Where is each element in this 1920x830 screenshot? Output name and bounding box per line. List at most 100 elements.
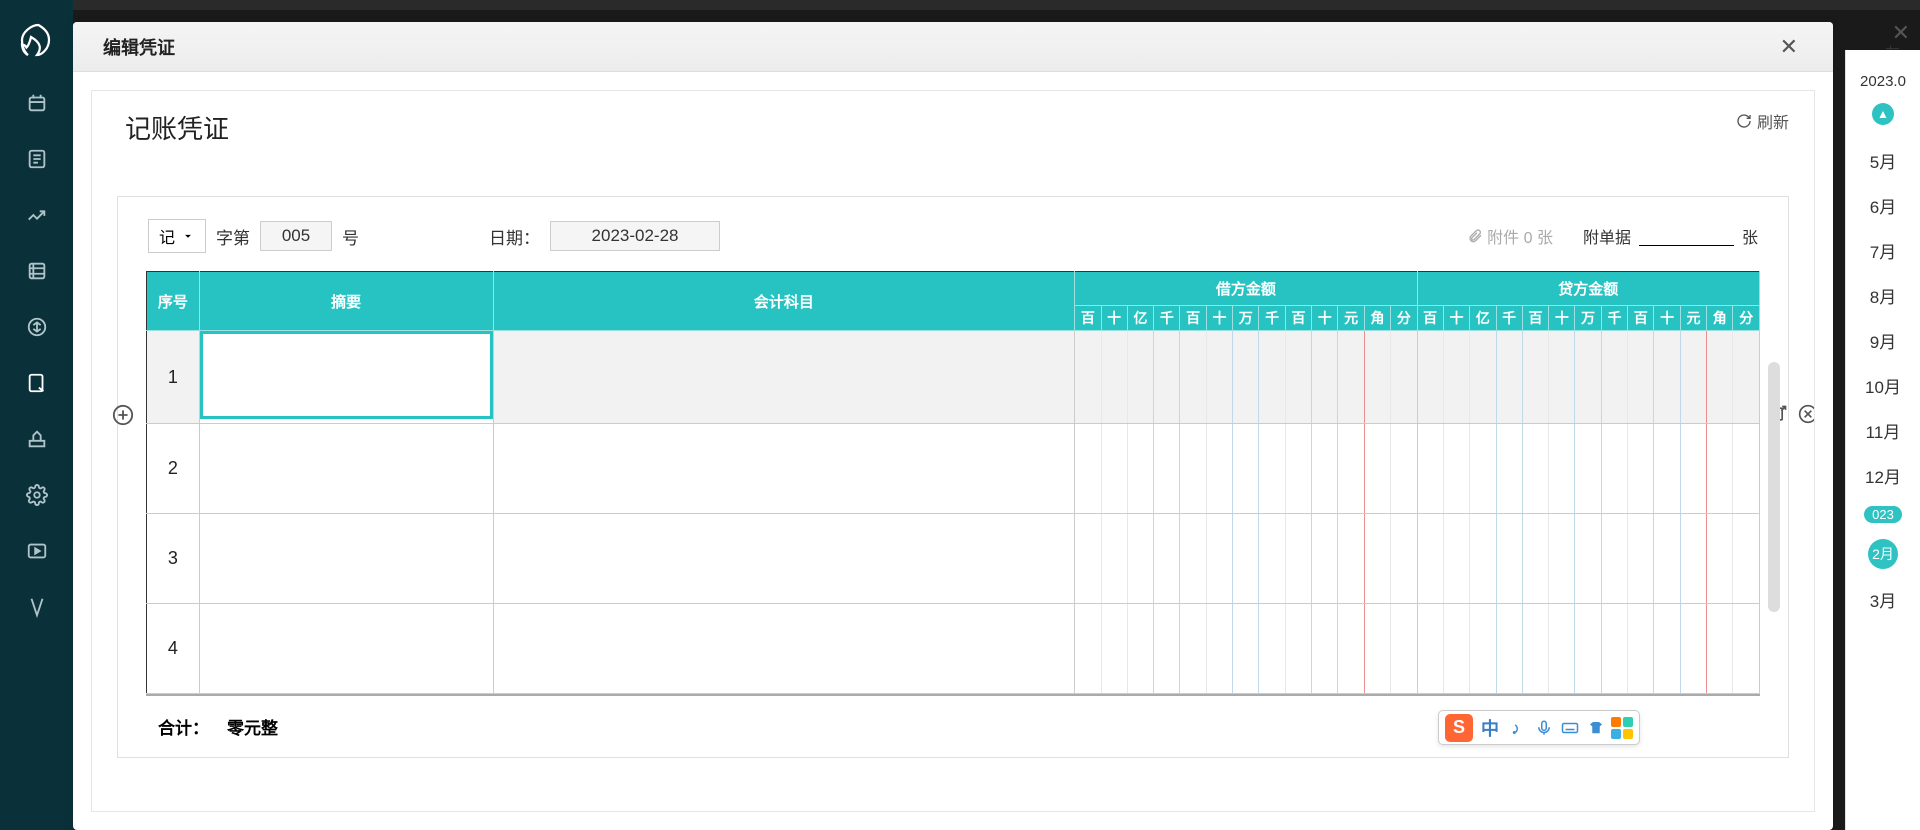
amount-digit-cell[interactable]: [1391, 604, 1417, 694]
attachment-link[interactable]: 附件 0 张: [1467, 224, 1553, 248]
amount-digit-cell[interactable]: [1259, 514, 1285, 604]
add-row-icon[interactable]: [112, 404, 134, 426]
refresh-button[interactable]: 刷新: [1736, 109, 1789, 133]
amount-digit-cell[interactable]: [1075, 331, 1101, 424]
nav-icon-10[interactable]: [24, 594, 50, 620]
amount-digit-cell[interactable]: [1522, 604, 1548, 694]
amount-digit-cell[interactable]: [1285, 424, 1311, 514]
amount-digit-cell[interactable]: [1259, 331, 1285, 424]
amount-digit-cell[interactable]: [1575, 331, 1601, 424]
amount-digit-cell[interactable]: [1285, 514, 1311, 604]
amount-digit-cell[interactable]: [1338, 514, 1364, 604]
amount-digit-cell[interactable]: [1680, 331, 1706, 424]
amount-digit-cell[interactable]: [1575, 424, 1601, 514]
amount-digit-cell[interactable]: [1680, 424, 1706, 514]
amount-digit-cell[interactable]: [1206, 331, 1232, 424]
slip-input[interactable]: [1639, 227, 1734, 246]
delete-row-icon[interactable]: [1798, 404, 1815, 426]
subject-cell[interactable]: [493, 424, 1074, 514]
nav-icon-8[interactable]: [24, 482, 50, 508]
amount-digit-cell[interactable]: [1443, 331, 1469, 424]
amount-digit-cell[interactable]: [1549, 424, 1575, 514]
amount-digit-cell[interactable]: [1522, 514, 1548, 604]
amount-digit-cell[interactable]: [1285, 604, 1311, 694]
amount-digit-cell[interactable]: [1364, 514, 1390, 604]
month-item[interactable]: 5月: [1870, 143, 1896, 178]
nav-icon-6[interactable]: [24, 370, 50, 396]
amount-digit-cell[interactable]: [1654, 331, 1680, 424]
amount-digit-cell[interactable]: [1601, 424, 1627, 514]
amount-digit-cell[interactable]: [1180, 331, 1206, 424]
amount-digit-cell[interactable]: [1312, 604, 1338, 694]
summary-input[interactable]: [200, 331, 493, 419]
voucher-date-input[interactable]: [550, 221, 720, 251]
nav-icon-9[interactable]: [24, 538, 50, 564]
amount-digit-cell[interactable]: [1628, 331, 1654, 424]
amount-digit-cell[interactable]: [1391, 424, 1417, 514]
amount-digit-cell[interactable]: [1496, 424, 1522, 514]
month-item[interactable]: 10月: [1865, 368, 1901, 403]
summary-cell[interactable]: [199, 604, 493, 694]
amount-digit-cell[interactable]: [1233, 424, 1259, 514]
close-icon[interactable]: ✕: [1775, 34, 1803, 60]
ime-mic-icon[interactable]: [1533, 717, 1555, 739]
summary-cell[interactable]: [199, 514, 493, 604]
amount-digit-cell[interactable]: [1496, 331, 1522, 424]
amount-digit-cell[interactable]: [1522, 331, 1548, 424]
scroll-top-icon[interactable]: ▲: [1872, 103, 1894, 125]
amount-digit-cell[interactable]: [1654, 604, 1680, 694]
amount-digit-cell[interactable]: [1180, 424, 1206, 514]
amount-digit-cell[interactable]: [1733, 514, 1760, 604]
amount-digit-cell[interactable]: [1549, 514, 1575, 604]
table-row[interactable]: 2: [147, 424, 1760, 514]
amount-digit-cell[interactable]: [1391, 331, 1417, 424]
amount-digit-cell[interactable]: [1496, 514, 1522, 604]
amount-digit-cell[interactable]: [1417, 514, 1443, 604]
summary-input[interactable]: [200, 604, 493, 693]
amount-digit-cell[interactable]: [1654, 424, 1680, 514]
amount-digit-cell[interactable]: [1075, 424, 1101, 514]
panel-close-icon[interactable]: ✕: [1892, 20, 1910, 46]
amount-digit-cell[interactable]: [1127, 424, 1153, 514]
amount-digit-cell[interactable]: [1391, 514, 1417, 604]
nav-icon-1[interactable]: [24, 90, 50, 116]
scrollbar[interactable]: [1768, 362, 1780, 612]
amount-digit-cell[interactable]: [1154, 514, 1180, 604]
amount-digit-cell[interactable]: [1601, 331, 1627, 424]
amount-digit-cell[interactable]: [1180, 514, 1206, 604]
ime-keyboard-icon[interactable]: [1559, 717, 1581, 739]
table-row[interactable]: 1: [147, 331, 1760, 424]
active-month[interactable]: 2月: [1868, 539, 1898, 569]
amount-digit-cell[interactable]: [1417, 604, 1443, 694]
amount-digit-cell[interactable]: [1233, 331, 1259, 424]
amount-digit-cell[interactable]: [1364, 331, 1390, 424]
amount-digit-cell[interactable]: [1628, 424, 1654, 514]
amount-digit-cell[interactable]: [1285, 331, 1311, 424]
amount-digit-cell[interactable]: [1259, 604, 1285, 694]
amount-digit-cell[interactable]: [1628, 514, 1654, 604]
amount-digit-cell[interactable]: [1443, 604, 1469, 694]
month-item[interactable]: 12月: [1865, 458, 1901, 493]
amount-digit-cell[interactable]: [1127, 604, 1153, 694]
amount-digit-cell[interactable]: [1338, 424, 1364, 514]
nav-icon-5[interactable]: [24, 314, 50, 340]
amount-digit-cell[interactable]: [1338, 331, 1364, 424]
amount-digit-cell[interactable]: [1470, 514, 1496, 604]
amount-digit-cell[interactable]: [1417, 424, 1443, 514]
amount-digit-cell[interactable]: [1417, 331, 1443, 424]
subject-cell[interactable]: [493, 331, 1074, 424]
amount-digit-cell[interactable]: [1601, 604, 1627, 694]
nav-icon-4[interactable]: [24, 258, 50, 284]
amount-digit-cell[interactable]: [1733, 604, 1760, 694]
amount-digit-cell[interactable]: [1233, 514, 1259, 604]
ime-menu-icon[interactable]: [1611, 717, 1633, 739]
summary-cell[interactable]: [199, 424, 493, 514]
table-row[interactable]: 4: [147, 604, 1760, 694]
table-row[interactable]: 3: [147, 514, 1760, 604]
ime-logo-icon[interactable]: S: [1445, 714, 1473, 742]
amount-digit-cell[interactable]: [1654, 514, 1680, 604]
amount-digit-cell[interactable]: [1522, 424, 1548, 514]
month-item[interactable]: 8月: [1870, 278, 1896, 313]
ime-skin-icon[interactable]: [1585, 717, 1607, 739]
nav-icon-7[interactable]: [24, 426, 50, 452]
